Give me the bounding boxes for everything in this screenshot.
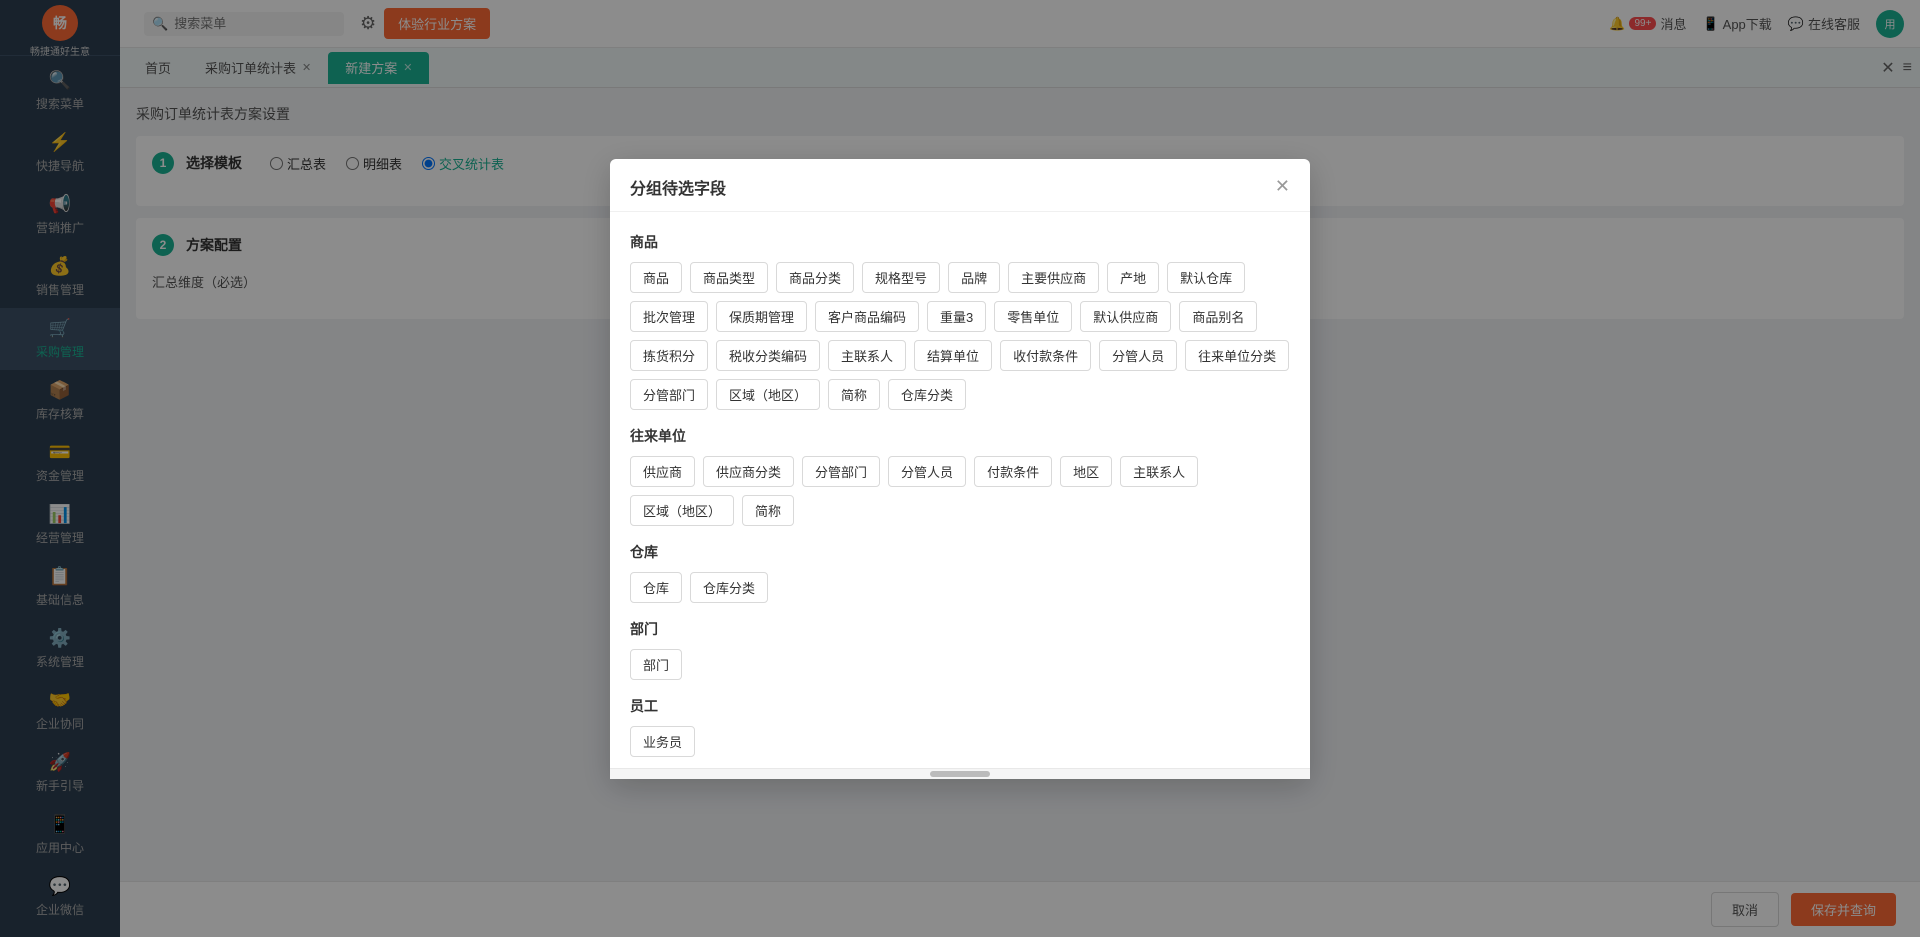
tag-item-1-2[interactable]: 分管部门	[802, 456, 880, 487]
tag-item-0-3[interactable]: 规格型号	[862, 262, 940, 293]
tag-item-0-25[interactable]: 仓库分类	[888, 379, 966, 410]
tag-item-0-20[interactable]: 分管人员	[1099, 340, 1177, 371]
tag-item-0-18[interactable]: 结算单位	[914, 340, 992, 371]
tag-item-0-10[interactable]: 客户商品编码	[815, 301, 919, 332]
tag-item-0-6[interactable]: 产地	[1107, 262, 1159, 293]
tag-item-0-1[interactable]: 商品类型	[690, 262, 768, 293]
tag-item-0-24[interactable]: 简称	[828, 379, 880, 410]
section-title-3: 部门	[630, 619, 1290, 639]
tag-item-2-1[interactable]: 仓库分类	[690, 572, 768, 603]
section-title-2: 仓库	[630, 542, 1290, 562]
section-title-4: 员工	[630, 696, 1290, 716]
tag-item-0-7[interactable]: 默认仓库	[1167, 262, 1245, 293]
tag-grid-1: 供应商供应商分类分管部门分管人员付款条件地区主联系人区域（地区） 简称	[630, 456, 1290, 526]
tag-grid-0: 商品商品类型商品分类规格型号品牌主要供应商产地默认仓库批次管理保质期管理客户商品…	[630, 262, 1290, 410]
tag-item-1-5[interactable]: 地区	[1060, 456, 1112, 487]
modal-body: 商品商品商品类型商品分类规格型号品牌主要供应商产地默认仓库批次管理保质期管理客户…	[610, 212, 1310, 769]
modal-close-button[interactable]: ✕	[1275, 176, 1290, 197]
tag-item-1-7[interactable]: 区域（地区）	[630, 495, 734, 526]
modal-overlay[interactable]: 分组待选字段 ✕ 商品商品商品类型商品分类规格型号品牌主要供应商产地默认仓库批次…	[0, 0, 1920, 937]
tag-item-0-15[interactable]: 拣货积分	[630, 340, 708, 371]
section-title-1: 往来单位	[630, 426, 1290, 446]
tag-item-0-9[interactable]: 保质期管理	[716, 301, 807, 332]
section-title-0: 商品	[630, 232, 1290, 252]
tag-grid-4: 业务员	[630, 726, 1290, 757]
tag-grid-3: 部门	[630, 649, 1290, 680]
tag-item-3-0[interactable]: 部门	[630, 649, 682, 680]
tag-item-0-5[interactable]: 主要供应商	[1008, 262, 1099, 293]
tag-item-1-6[interactable]: 主联系人	[1120, 456, 1198, 487]
tag-item-0-16[interactable]: 税收分类编码	[716, 340, 820, 371]
modal-horizontal-scrollbar[interactable]	[610, 768, 1310, 778]
modal: 分组待选字段 ✕ 商品商品商品类型商品分类规格型号品牌主要供应商产地默认仓库批次…	[610, 159, 1310, 779]
tag-item-0-19[interactable]: 收付款条件	[1000, 340, 1091, 371]
tag-item-1-8[interactable]: 简称	[742, 495, 794, 526]
tag-item-0-0[interactable]: 商品	[630, 262, 682, 293]
tag-item-1-0[interactable]: 供应商	[630, 456, 695, 487]
tag-grid-2: 仓库仓库分类	[630, 572, 1290, 603]
tag-item-1-3[interactable]: 分管人员	[888, 456, 966, 487]
tag-item-0-2[interactable]: 商品分类	[776, 262, 854, 293]
tag-item-0-22[interactable]: 分管部门	[630, 379, 708, 410]
tag-item-2-0[interactable]: 仓库	[630, 572, 682, 603]
tag-item-0-4[interactable]: 品牌	[948, 262, 1000, 293]
tag-item-0-23[interactable]: 区域（地区）	[716, 379, 820, 410]
modal-title: 分组待选字段	[630, 175, 726, 199]
tag-item-0-14[interactable]: 商品别名	[1179, 301, 1257, 332]
tag-item-1-1[interactable]: 供应商分类	[703, 456, 794, 487]
tag-item-0-12[interactable]: 零售单位	[994, 301, 1072, 332]
modal-header: 分组待选字段 ✕	[610, 159, 1310, 212]
tag-item-0-21[interactable]: 往来单位分类	[1185, 340, 1289, 371]
tag-item-0-8[interactable]: 批次管理	[630, 301, 708, 332]
tag-item-1-4[interactable]: 付款条件	[974, 456, 1052, 487]
scrollbar-thumb-h	[930, 771, 990, 777]
tag-item-0-13[interactable]: 默认供应商	[1080, 301, 1171, 332]
tag-item-0-11[interactable]: 重量3	[927, 301, 986, 332]
tag-item-0-17[interactable]: 主联系人	[828, 340, 906, 371]
tag-item-4-0[interactable]: 业务员	[630, 726, 695, 757]
